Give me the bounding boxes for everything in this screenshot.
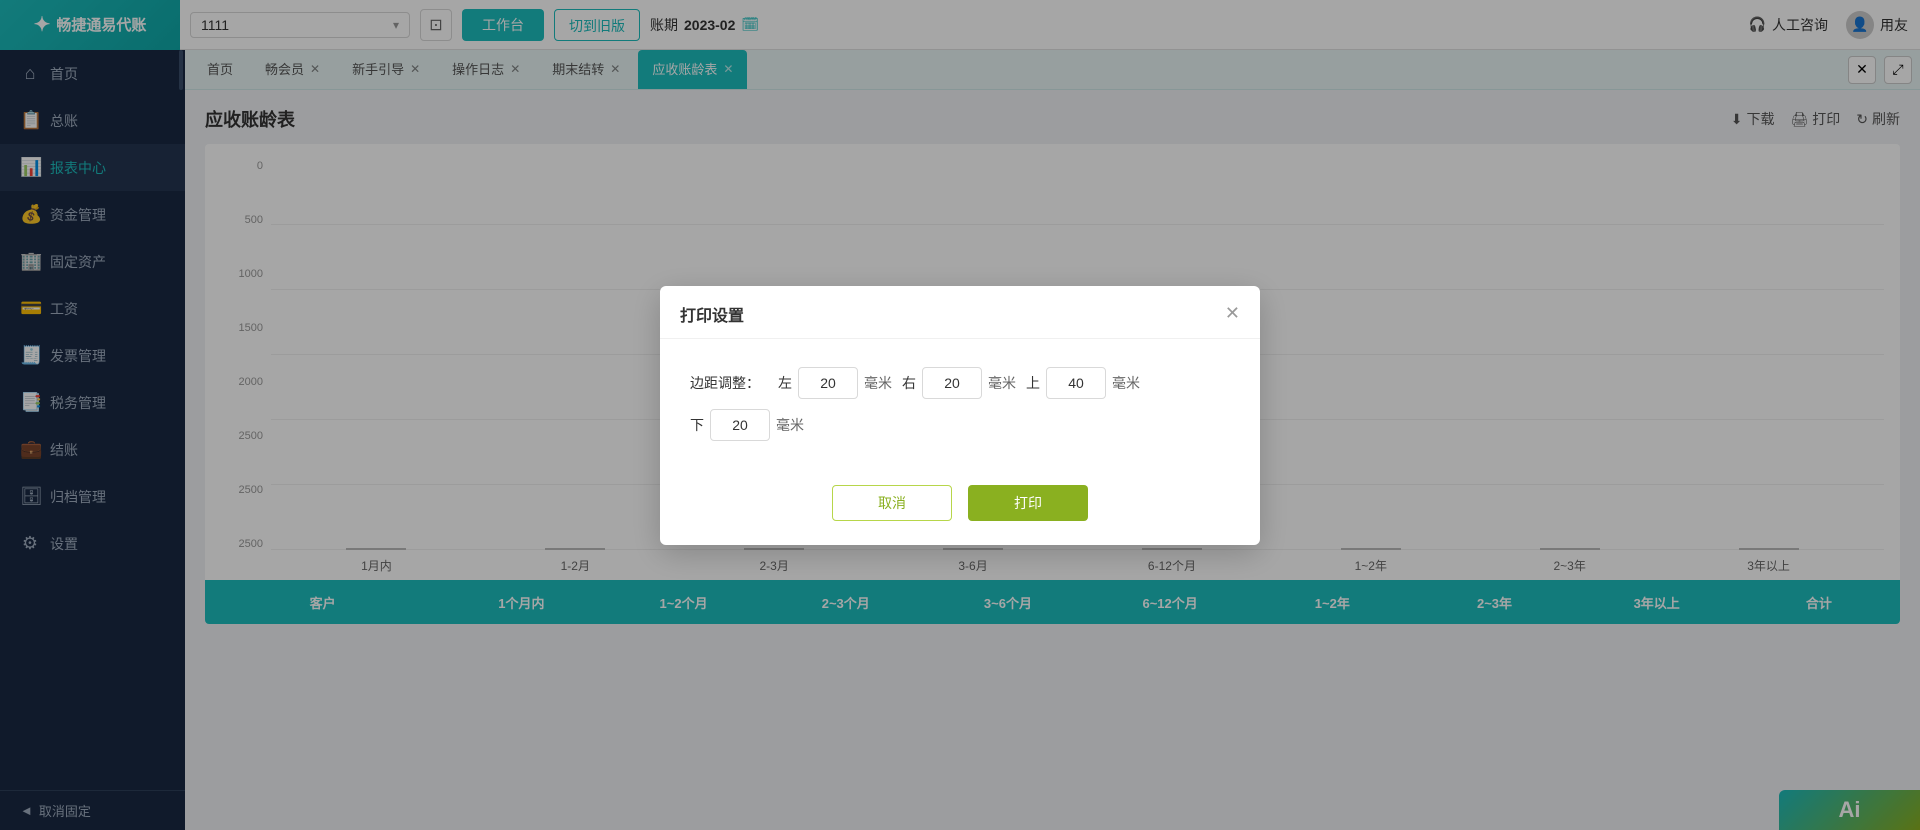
margin-left-input[interactable] xyxy=(798,367,858,399)
top-direction-label: 上 xyxy=(1026,373,1040,393)
bottom-unit-label: 毫米 xyxy=(776,415,804,435)
margin-right-group: 右 毫米 xyxy=(902,367,1016,399)
right-unit-label: 毫米 xyxy=(988,373,1016,393)
margin-row: 边距调整： 左 毫米 右 毫米 上 毫米 下 xyxy=(690,367,1230,441)
dialog-overlay: 打印设置 ✕ 边距调整： 左 毫米 右 毫米 上 毫米 xyxy=(0,0,1920,830)
margin-bottom-input[interactable] xyxy=(710,409,770,441)
dialog-footer: 取消 打印 xyxy=(660,469,1260,545)
dialog-title: 打印设置 xyxy=(680,302,744,326)
left-unit-label: 毫米 xyxy=(864,373,892,393)
margin-adjust-label: 边距调整： xyxy=(690,373,760,393)
cancel-button[interactable]: 取消 xyxy=(832,485,952,521)
margin-right-input[interactable] xyxy=(922,367,982,399)
dialog-header: 打印设置 ✕ xyxy=(660,286,1260,339)
margin-top-input[interactable] xyxy=(1046,367,1106,399)
bottom-direction-label: 下 xyxy=(690,415,704,435)
print-settings-dialog: 打印设置 ✕ 边距调整： 左 毫米 右 毫米 上 毫米 xyxy=(660,286,1260,545)
right-direction-label: 右 xyxy=(902,373,916,393)
margin-top-group: 上 毫米 xyxy=(1026,367,1140,399)
left-direction-label: 左 xyxy=(778,373,792,393)
top-unit-label: 毫米 xyxy=(1112,373,1140,393)
dialog-body: 边距调整： 左 毫米 右 毫米 上 毫米 下 xyxy=(660,339,1260,469)
dialog-close-button[interactable]: ✕ xyxy=(1225,303,1240,324)
margin-bottom-group: 下 毫米 xyxy=(690,409,804,441)
print-confirm-button[interactable]: 打印 xyxy=(968,485,1088,521)
margin-left-group: 左 毫米 xyxy=(778,367,892,399)
